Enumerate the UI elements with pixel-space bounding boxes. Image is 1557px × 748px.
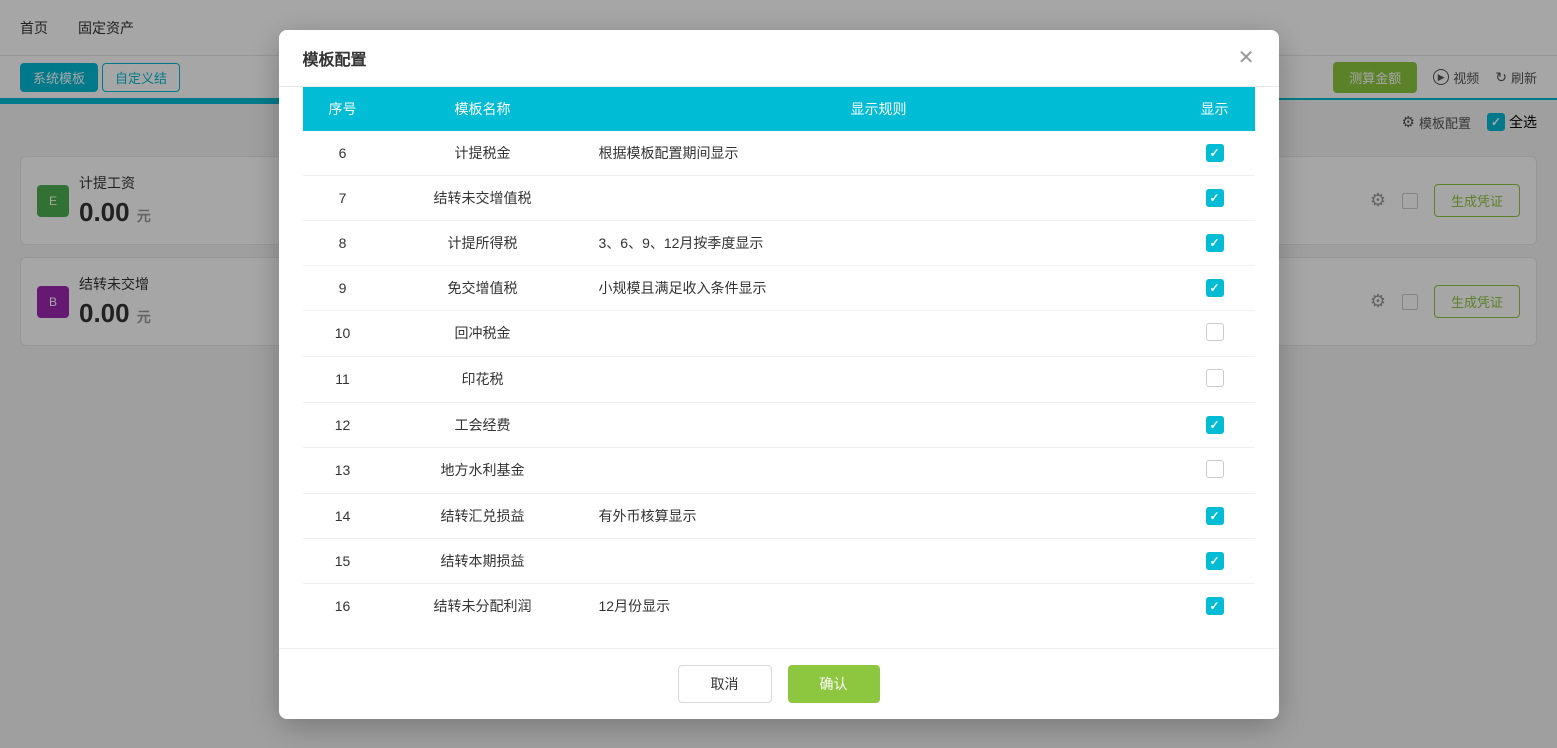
row-checkbox-15[interactable]	[1206, 552, 1224, 570]
cell-rule	[583, 447, 1175, 493]
col-header-id: 序号	[303, 87, 383, 131]
dialog-header: 模板配置 ✕	[279, 30, 1279, 87]
row-checkbox-11[interactable]	[1206, 369, 1224, 387]
cell-id: 13	[303, 447, 383, 493]
dialog-footer: 取消 确认	[279, 648, 1279, 719]
row-checkbox-10[interactable]	[1206, 323, 1224, 341]
table-row: 16结转未分配利润12月份显示	[303, 583, 1255, 628]
table-body: 6计提税金根据模板配置期间显示7结转未交增值税8计提所得税3、6、9、12月按季…	[303, 131, 1255, 628]
cell-rule	[583, 538, 1175, 583]
cell-name: 结转未分配利润	[383, 583, 583, 628]
cell-name: 回冲税金	[383, 310, 583, 356]
cell-id: 6	[303, 131, 383, 176]
cell-checkbox	[1175, 493, 1255, 538]
cell-id: 16	[303, 583, 383, 628]
cell-name: 印花税	[383, 356, 583, 402]
cell-name: 计提税金	[383, 131, 583, 176]
cell-rule: 3、6、9、12月按季度显示	[583, 220, 1175, 265]
table-row: 14结转汇兑损益有外币核算显示	[303, 493, 1255, 538]
template-config-dialog: 模板配置 ✕ 序号 模板名称 显示规则 显示 6计提税金根据模板配置期间显示7结…	[279, 30, 1279, 719]
cell-id: 14	[303, 493, 383, 538]
col-header-name: 模板名称	[383, 87, 583, 131]
cell-id: 10	[303, 310, 383, 356]
cell-checkbox	[1175, 402, 1255, 447]
modal-overlay: 模板配置 ✕ 序号 模板名称 显示规则 显示 6计提税金根据模板配置期间显示7结…	[0, 0, 1557, 748]
cell-id: 8	[303, 220, 383, 265]
cell-name: 地方水利基金	[383, 447, 583, 493]
cell-rule: 有外币核算显示	[583, 493, 1175, 538]
cell-rule	[583, 402, 1175, 447]
dialog-title: 模板配置	[303, 46, 367, 70]
cell-checkbox	[1175, 538, 1255, 583]
config-table: 序号 模板名称 显示规则 显示 6计提税金根据模板配置期间显示7结转未交增值税8…	[303, 87, 1255, 628]
cell-checkbox	[1175, 220, 1255, 265]
table-row: 10回冲税金	[303, 310, 1255, 356]
cell-rule	[583, 356, 1175, 402]
cell-checkbox	[1175, 447, 1255, 493]
cell-checkbox	[1175, 356, 1255, 402]
cell-checkbox	[1175, 583, 1255, 628]
cell-name: 结转本期损益	[383, 538, 583, 583]
row-checkbox-6[interactable]	[1206, 144, 1224, 162]
cell-rule: 12月份显示	[583, 583, 1175, 628]
table-row: 13地方水利基金	[303, 447, 1255, 493]
dialog-body: 序号 模板名称 显示规则 显示 6计提税金根据模板配置期间显示7结转未交增值税8…	[279, 87, 1279, 648]
cell-checkbox	[1175, 175, 1255, 220]
cell-name: 结转汇兑损益	[383, 493, 583, 538]
cell-rule	[583, 175, 1175, 220]
row-checkbox-8[interactable]	[1206, 234, 1224, 252]
cell-name: 免交增值税	[383, 265, 583, 310]
cell-rule: 根据模板配置期间显示	[583, 131, 1175, 176]
table-row: 11印花税	[303, 356, 1255, 402]
table-row: 12工会经费	[303, 402, 1255, 447]
cell-id: 7	[303, 175, 383, 220]
row-checkbox-9[interactable]	[1206, 279, 1224, 297]
confirm-button[interactable]: 确认	[788, 665, 880, 703]
table-row: 7结转未交增值税	[303, 175, 1255, 220]
row-checkbox-7[interactable]	[1206, 189, 1224, 207]
cell-id: 12	[303, 402, 383, 447]
table-row: 6计提税金根据模板配置期间显示	[303, 131, 1255, 176]
cell-name: 结转未交增值税	[383, 175, 583, 220]
col-header-display: 显示	[1175, 87, 1255, 131]
cell-checkbox	[1175, 265, 1255, 310]
cell-checkbox	[1175, 131, 1255, 176]
table-row: 8计提所得税3、6、9、12月按季度显示	[303, 220, 1255, 265]
cell-rule	[583, 310, 1175, 356]
cell-checkbox	[1175, 310, 1255, 356]
table-header-row: 序号 模板名称 显示规则 显示	[303, 87, 1255, 131]
cell-id: 11	[303, 356, 383, 402]
col-header-rule: 显示规则	[583, 87, 1175, 131]
close-icon[interactable]: ✕	[1238, 48, 1255, 68]
row-checkbox-14[interactable]	[1206, 507, 1224, 525]
row-checkbox-13[interactable]	[1206, 460, 1224, 478]
cell-rule: 小规模且满足收入条件显示	[583, 265, 1175, 310]
row-checkbox-16[interactable]	[1206, 597, 1224, 615]
cell-name: 工会经费	[383, 402, 583, 447]
cell-name: 计提所得税	[383, 220, 583, 265]
cancel-button[interactable]: 取消	[678, 665, 772, 703]
cell-id: 15	[303, 538, 383, 583]
row-checkbox-12[interactable]	[1206, 416, 1224, 434]
table-row: 15结转本期损益	[303, 538, 1255, 583]
table-row: 9免交增值税小规模且满足收入条件显示	[303, 265, 1255, 310]
cell-id: 9	[303, 265, 383, 310]
